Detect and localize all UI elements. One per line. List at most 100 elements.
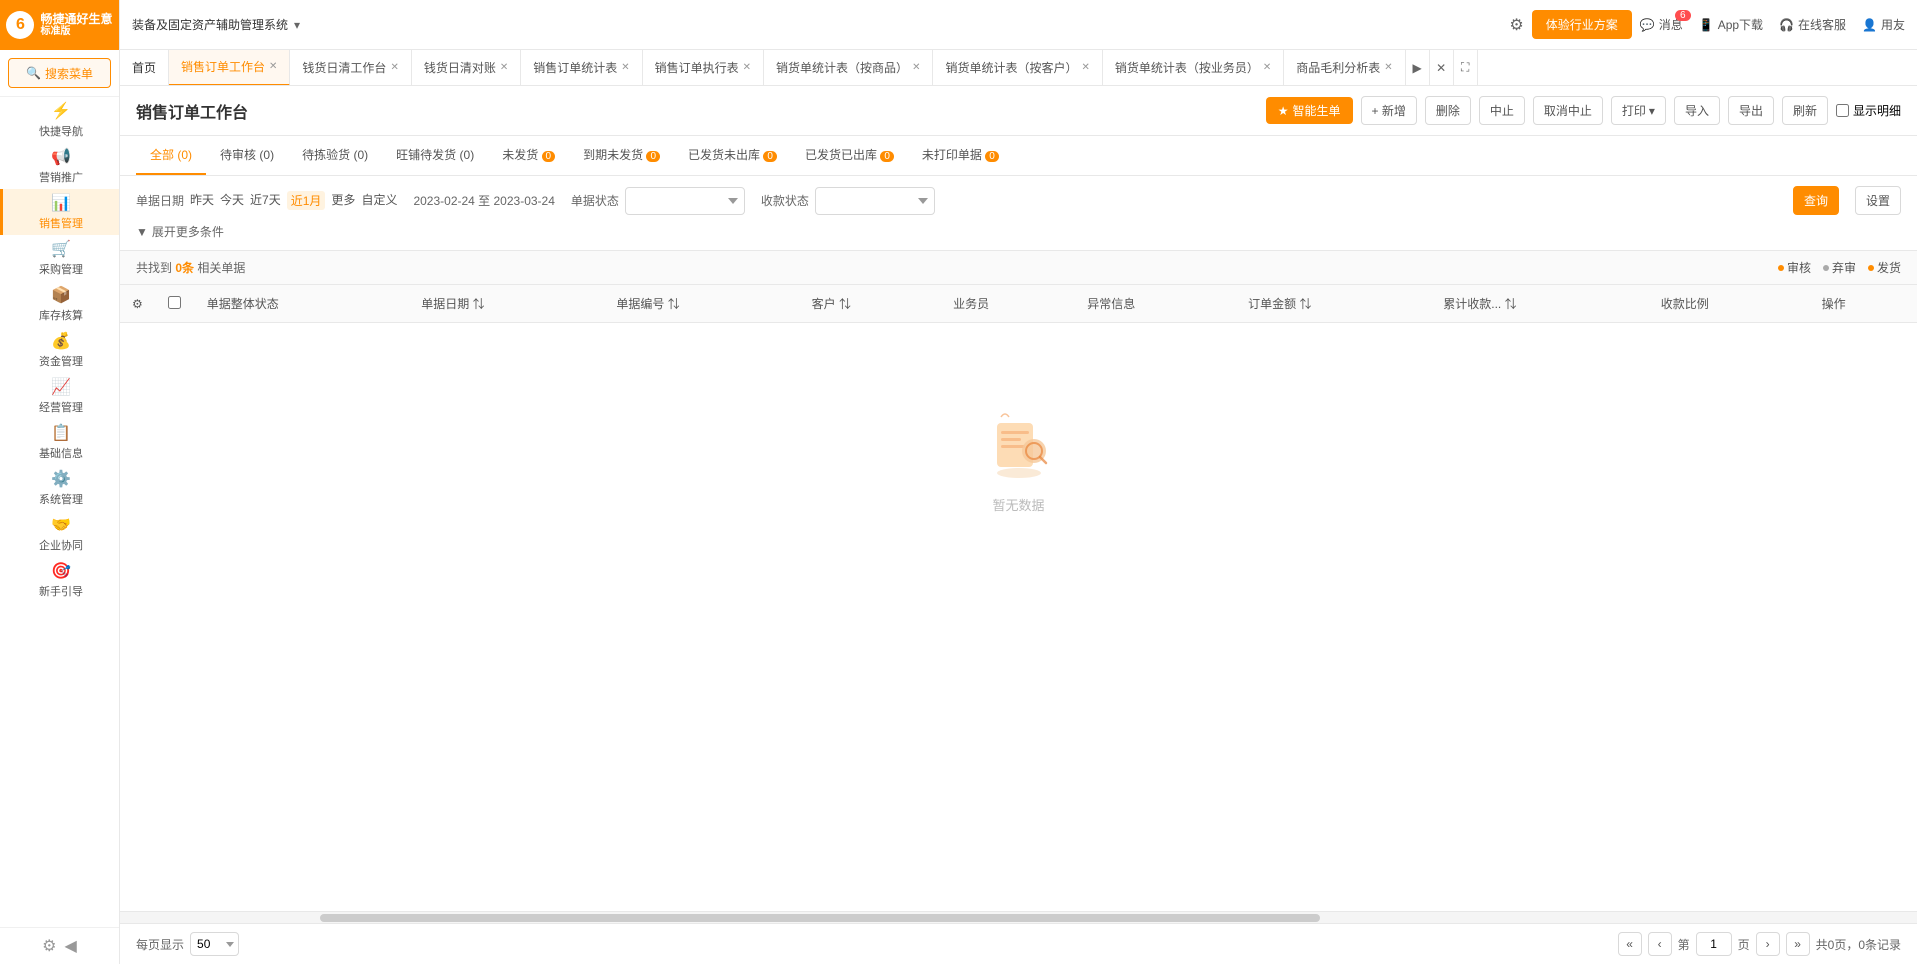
select-all-checkbox[interactable] xyxy=(168,296,181,309)
export-button[interactable]: 导出 xyxy=(1728,96,1774,125)
col-settings-icon[interactable]: ⚙ xyxy=(132,297,143,311)
sort-received-icon[interactable]: ⇅ xyxy=(1505,297,1517,311)
date-shortcut-1month[interactable]: 近1月 xyxy=(287,191,326,210)
page-size-select[interactable]: 20 50 100 xyxy=(190,932,239,956)
tab-sales-stats-salesperson-close-icon[interactable]: ✕ xyxy=(1263,62,1271,73)
tab-close-all-button[interactable]: ✕ xyxy=(1430,50,1454,86)
tab-cash-daily-close-icon[interactable]: ✕ xyxy=(390,62,398,73)
col-checkbox[interactable] xyxy=(155,285,195,323)
tab-cash-reconcile[interactable]: 钱货日清对账 ✕ xyxy=(412,50,521,86)
sidebar-item-operations[interactable]: 📈 经营管理 xyxy=(0,373,119,419)
sub-tab-pending-inspection[interactable]: 待拣验货 (0) xyxy=(288,136,382,175)
review-action-button[interactable]: 审核 xyxy=(1778,259,1811,276)
sidebar-item-guide[interactable]: 🎯 新手引导 xyxy=(0,557,119,603)
payment-select[interactable] xyxy=(815,187,935,215)
date-shortcut-yesterday[interactable]: 昨天 xyxy=(190,191,214,210)
date-shortcut-today[interactable]: 今天 xyxy=(220,191,244,210)
sub-tab-not-shipped[interactable]: 未发货 0 xyxy=(488,136,569,175)
settings-bottom-icon[interactable]: ⚙ xyxy=(42,936,56,956)
tab-sales-stats-close-icon[interactable]: ✕ xyxy=(621,62,629,73)
sort-customer-icon[interactable]: ⇅ xyxy=(839,297,851,311)
import-button[interactable]: 导入 xyxy=(1674,96,1720,125)
search-menu-button[interactable]: 🔍 搜索菜单 xyxy=(8,58,111,88)
collapse-sidebar-icon[interactable]: ◀ xyxy=(65,936,77,956)
sub-tab-all[interactable]: 全部 (0) xyxy=(136,136,206,175)
abandon-action-button[interactable]: 弃审 xyxy=(1823,259,1856,276)
tab-sales-stats[interactable]: 销售订单统计表 ✕ xyxy=(521,50,642,86)
tab-sales-order-workspace[interactable]: 销售订单工作台 ✕ xyxy=(169,50,290,86)
tab-home[interactable]: 首页 xyxy=(120,50,169,86)
tab-cash-reconcile-close-icon[interactable]: ✕ xyxy=(500,62,508,73)
tab-sales-stats-salesperson[interactable]: 销货单统计表（按业务员） ✕ xyxy=(1103,50,1284,86)
query-button[interactable]: 查询 xyxy=(1793,186,1839,215)
header-settings-icon[interactable]: ⚙ xyxy=(1509,15,1523,35)
sidebar-item-cooperation[interactable]: 🤝 企业协同 xyxy=(0,511,119,557)
sub-tab-not-printed[interactable]: 未打印单据 0 xyxy=(908,136,1013,175)
tab-product-margin[interactable]: 商品毛利分析表 ✕ xyxy=(1284,50,1405,86)
sidebar-item-purchase[interactable]: 🛒 采购管理 xyxy=(0,235,119,281)
sidebar-item-system[interactable]: ⚙️ 系统管理 xyxy=(0,465,119,511)
suspend-button[interactable]: 中止 xyxy=(1479,96,1525,125)
refresh-button[interactable]: 刷新 xyxy=(1782,96,1828,125)
col-number[interactable]: 单据编号 ⇅ xyxy=(604,285,799,323)
sidebar-item-inventory[interactable]: 📦 库存核算 xyxy=(0,281,119,327)
horizontal-scrollbar[interactable] xyxy=(120,911,1917,923)
tab-sales-stats-customer[interactable]: 销货单统计表（按客户） ✕ xyxy=(933,50,1102,86)
app-download-button[interactable]: 📱 App下载 xyxy=(1699,16,1763,33)
first-page-button[interactable]: « xyxy=(1618,932,1642,956)
message-button[interactable]: 💬 消息 6 xyxy=(1640,16,1683,33)
col-settings[interactable]: ⚙ xyxy=(120,285,155,323)
sidebar-search-section: 🔍 搜索菜单 xyxy=(0,50,119,97)
solution-button[interactable]: 体验行业方案 xyxy=(1532,10,1632,39)
date-shortcut-custom[interactable]: 自定义 xyxy=(361,191,397,210)
prev-page-button[interactable]: ‹ xyxy=(1648,932,1672,956)
new-button[interactable]: + 新增 xyxy=(1361,96,1417,125)
date-shortcut-more[interactable]: 更多 xyxy=(331,191,355,210)
sidebar-item-basics[interactable]: 📋 基础信息 xyxy=(0,419,119,465)
system-dropdown-icon[interactable]: ▾ xyxy=(294,18,300,32)
date-filter-label: 单据日期 xyxy=(136,192,184,209)
sub-tab-pending-review[interactable]: 待审核 (0) xyxy=(206,136,288,175)
ship-action-button[interactable]: 发货 xyxy=(1868,259,1901,276)
tab-sales-order-exec-close-icon[interactable]: ✕ xyxy=(743,62,751,73)
print-button[interactable]: 打印 ▾ xyxy=(1611,96,1666,125)
sub-tab-wangpu[interactable]: 旺铺待发货 (0) xyxy=(382,136,488,175)
tab-cash-daily[interactable]: 钱货日清工作台 ✕ xyxy=(290,50,411,86)
tab-sales-order-exec[interactable]: 销售订单执行表 ✕ xyxy=(643,50,764,86)
online-service-button[interactable]: 🎧 在线客服 xyxy=(1779,16,1846,33)
tab-product-margin-close-icon[interactable]: ✕ xyxy=(1384,62,1392,73)
sort-amount-icon[interactable]: ⇅ xyxy=(1299,297,1311,311)
tab-sales-order-close-icon[interactable]: ✕ xyxy=(269,61,277,72)
status-select[interactable] xyxy=(625,187,745,215)
delete-button[interactable]: 删除 xyxy=(1425,96,1471,125)
filter-settings-button[interactable]: 设置 xyxy=(1855,186,1901,215)
sidebar-item-quick-nav[interactable]: ⚡ 快捷导航 xyxy=(0,97,119,143)
last-page-button[interactable]: » xyxy=(1786,932,1810,956)
sidebar-item-marketing[interactable]: 📢 营销推广 xyxy=(0,143,119,189)
sidebar-item-sales[interactable]: 📊 销售管理 xyxy=(0,189,119,235)
tab-sales-stats-product-close-icon[interactable]: ✕ xyxy=(912,62,920,73)
sub-tab-expired-not-shipped[interactable]: 到期未发货 0 xyxy=(569,136,674,175)
next-page-button[interactable]: › xyxy=(1756,932,1780,956)
date-shortcut-7days[interactable]: 近7天 xyxy=(250,191,281,210)
sort-number-icon[interactable]: ⇅ xyxy=(668,297,680,311)
tab-sales-stats-customer-close-icon[interactable]: ✕ xyxy=(1081,62,1089,73)
col-customer[interactable]: 客户 ⇅ xyxy=(800,285,942,323)
user-menu-button[interactable]: 👤 用友 xyxy=(1862,16,1905,33)
smart-generate-button[interactable]: ★ 智能生单 xyxy=(1266,97,1353,124)
col-date[interactable]: 单据日期 ⇅ xyxy=(409,285,604,323)
col-received[interactable]: 累计收款... ⇅ xyxy=(1431,285,1649,323)
sidebar-item-finance[interactable]: 💰 资金管理 xyxy=(0,327,119,373)
tab-sales-stats-product[interactable]: 销货单统计表（按商品） ✕ xyxy=(764,50,933,86)
show-detail-checkbox[interactable] xyxy=(1836,104,1849,117)
scrollbar-thumb[interactable] xyxy=(320,914,1320,922)
tab-scroll-right-button[interactable]: ▶ xyxy=(1406,50,1430,86)
col-amount[interactable]: 订单金额 ⇅ xyxy=(1236,285,1431,323)
sub-tab-shipped-not-out[interactable]: 已发货未出库 0 xyxy=(674,136,791,175)
sub-tab-shipped-out[interactable]: 已发货已出库 0 xyxy=(791,136,908,175)
cancel-suspend-button[interactable]: 取消中止 xyxy=(1533,96,1603,125)
tab-maximize-button[interactable]: ⛶ xyxy=(1454,50,1478,86)
page-number-input[interactable] xyxy=(1696,932,1732,956)
sort-date-icon[interactable]: ⇅ xyxy=(473,297,485,311)
expand-conditions-button[interactable]: ▼ 展开更多条件 xyxy=(136,223,1901,240)
